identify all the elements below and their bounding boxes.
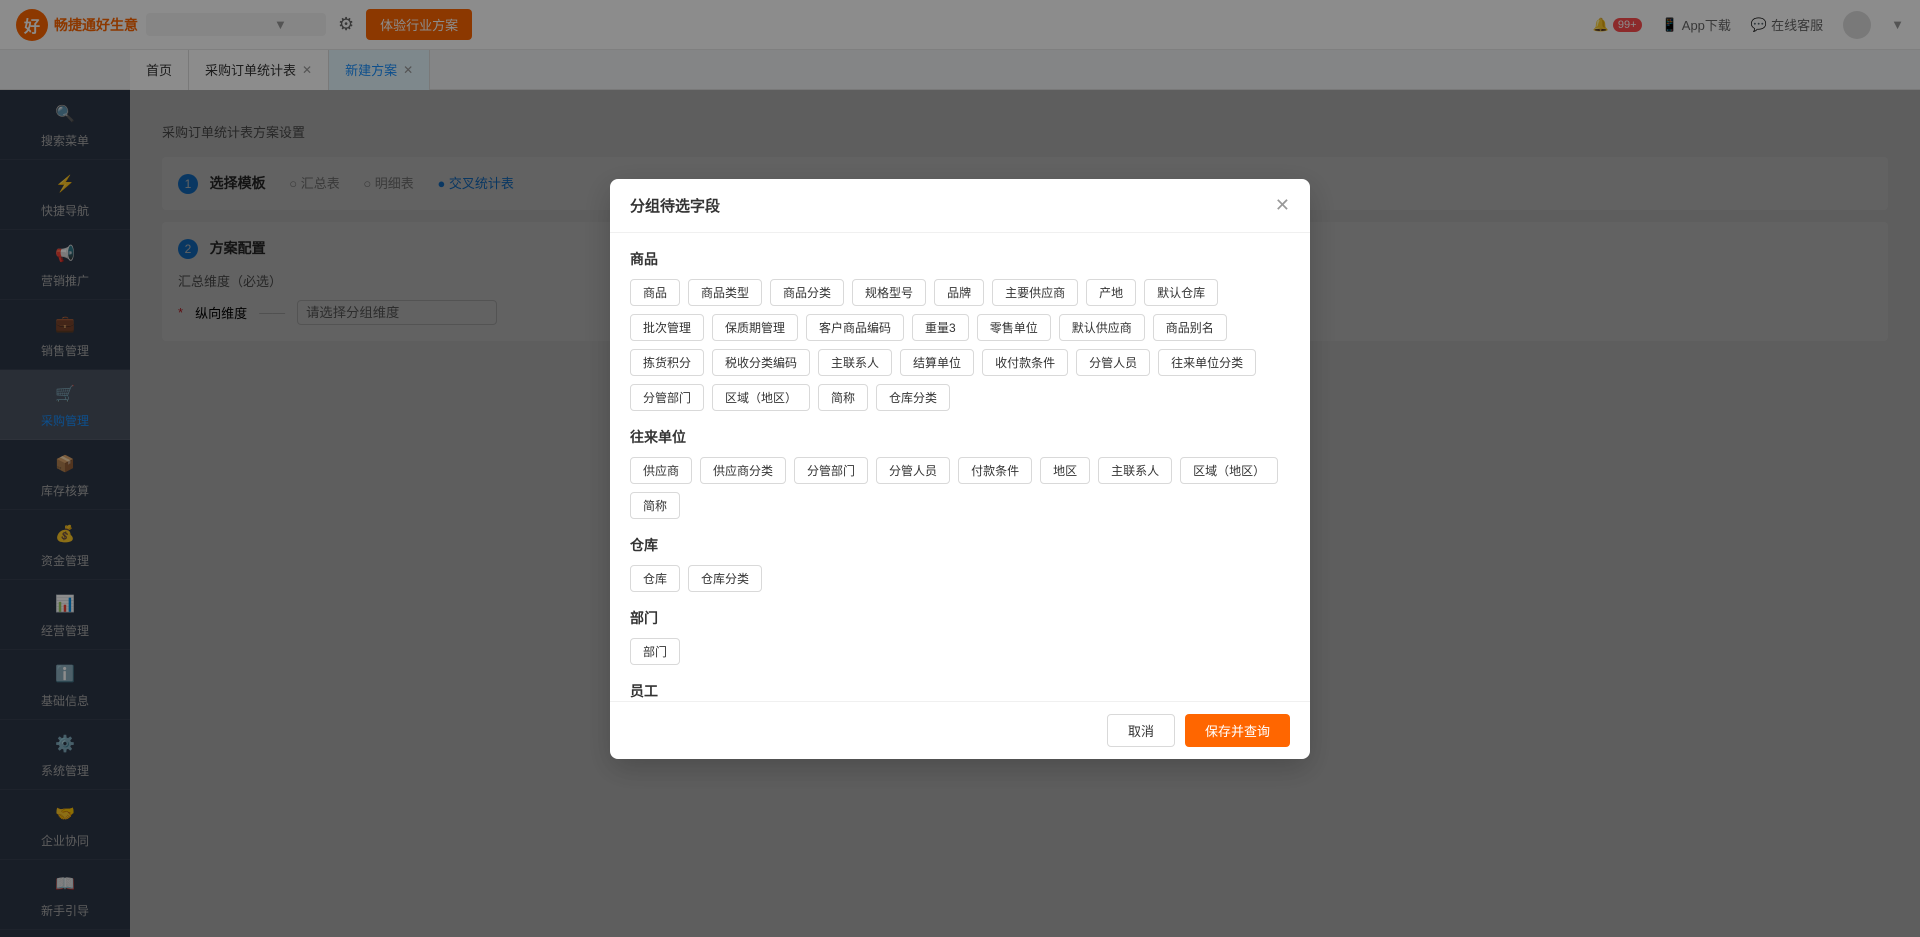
- modal-body: 商品 商品 商品类型 商品分类 规格型号 品牌 主要供应商 产地 默认仓库 批次…: [610, 233, 1310, 701]
- field-grid-dept: 部门: [630, 638, 1290, 665]
- field-grid-warehouse: 仓库 仓库分类: [630, 565, 1290, 592]
- modal-close-button[interactable]: ✕: [1275, 196, 1290, 214]
- field-tag-weight[interactable]: 重量3: [912, 314, 969, 341]
- modal-title: 分组待选字段: [630, 195, 720, 216]
- field-tag-product[interactable]: 商品: [630, 279, 680, 306]
- field-tag-spec-model[interactable]: 规格型号: [852, 279, 926, 306]
- field-tag-tax-code[interactable]: 税收分类编码: [712, 349, 810, 376]
- save-query-button[interactable]: 保存并查询: [1185, 714, 1290, 747]
- modal-field-select: 分组待选字段 ✕ 商品 商品 商品类型 商品分类 规格型号 品牌 主要供应商 产…: [610, 179, 1310, 759]
- field-tag-department[interactable]: 部门: [630, 638, 680, 665]
- field-tag-region[interactable]: 区域（地区）: [712, 384, 810, 411]
- section-title-product: 商品: [630, 249, 1290, 269]
- field-tag-default-warehouse[interactable]: 默认仓库: [1144, 279, 1218, 306]
- field-grid-product: 商品 商品类型 商品分类 规格型号 品牌 主要供应商 产地 默认仓库 批次管理 …: [630, 279, 1290, 411]
- field-tag-pick-score[interactable]: 拣货积分: [630, 349, 704, 376]
- field-tag-expiry-mgmt[interactable]: 保质期管理: [712, 314, 798, 341]
- section-title-counterpart: 往来单位: [630, 427, 1290, 447]
- field-tag-payment-cond[interactable]: 付款条件: [958, 457, 1032, 484]
- field-tag-manager[interactable]: 分管人员: [1076, 349, 1150, 376]
- field-tag-wh[interactable]: 仓库: [630, 565, 680, 592]
- modal-header: 分组待选字段 ✕: [610, 179, 1310, 233]
- field-tag-cp-dept[interactable]: 分管部门: [794, 457, 868, 484]
- field-tag-cp-manager[interactable]: 分管人员: [876, 457, 950, 484]
- field-tag-origin[interactable]: 产地: [1086, 279, 1136, 306]
- field-tag-product-category[interactable]: 商品分类: [770, 279, 844, 306]
- field-tag-brand[interactable]: 品牌: [934, 279, 984, 306]
- field-tag-default-supplier[interactable]: 默认供应商: [1059, 314, 1145, 341]
- field-tag-counterpart-category[interactable]: 往来单位分类: [1158, 349, 1256, 376]
- field-tag-settlement-unit[interactable]: 结算单位: [900, 349, 974, 376]
- modal-footer: 取消 保存并查询: [610, 701, 1310, 759]
- modal-overlay: 分组待选字段 ✕ 商品 商品 商品类型 商品分类 规格型号 品牌 主要供应商 产…: [0, 0, 1920, 937]
- field-tag-payment-terms[interactable]: 收付款条件: [982, 349, 1068, 376]
- field-tag-customer-sku[interactable]: 客户商品编码: [806, 314, 904, 341]
- field-tag-retail-unit[interactable]: 零售单位: [977, 314, 1051, 341]
- field-tag-warehouse-category[interactable]: 仓库分类: [876, 384, 950, 411]
- field-tag-main-supplier[interactable]: 主要供应商: [992, 279, 1078, 306]
- field-tag-product-alias[interactable]: 商品别名: [1153, 314, 1227, 341]
- field-tag-dept[interactable]: 分管部门: [630, 384, 704, 411]
- field-tag-main-contact[interactable]: 主联系人: [818, 349, 892, 376]
- field-tag-area[interactable]: 地区: [1040, 457, 1090, 484]
- field-tag-wh-category[interactable]: 仓库分类: [688, 565, 762, 592]
- field-tag-batch-mgmt[interactable]: 批次管理: [630, 314, 704, 341]
- field-tag-abbr[interactable]: 简称: [818, 384, 868, 411]
- field-tag-supplier[interactable]: 供应商: [630, 457, 692, 484]
- field-tag-cp-region[interactable]: 区域（地区）: [1180, 457, 1278, 484]
- field-tag-cp-contact[interactable]: 主联系人: [1098, 457, 1172, 484]
- section-title-dept: 部门: [630, 608, 1290, 628]
- field-tag-supplier-category[interactable]: 供应商分类: [700, 457, 786, 484]
- section-title-employee: 员工: [630, 681, 1290, 701]
- field-tag-cp-abbr[interactable]: 简称: [630, 492, 680, 519]
- field-grid-counterpart: 供应商 供应商分类 分管部门 分管人员 付款条件 地区 主联系人 区域（地区） …: [630, 457, 1290, 519]
- cancel-button[interactable]: 取消: [1107, 714, 1175, 747]
- section-title-warehouse: 仓库: [630, 535, 1290, 555]
- field-tag-product-type[interactable]: 商品类型: [688, 279, 762, 306]
